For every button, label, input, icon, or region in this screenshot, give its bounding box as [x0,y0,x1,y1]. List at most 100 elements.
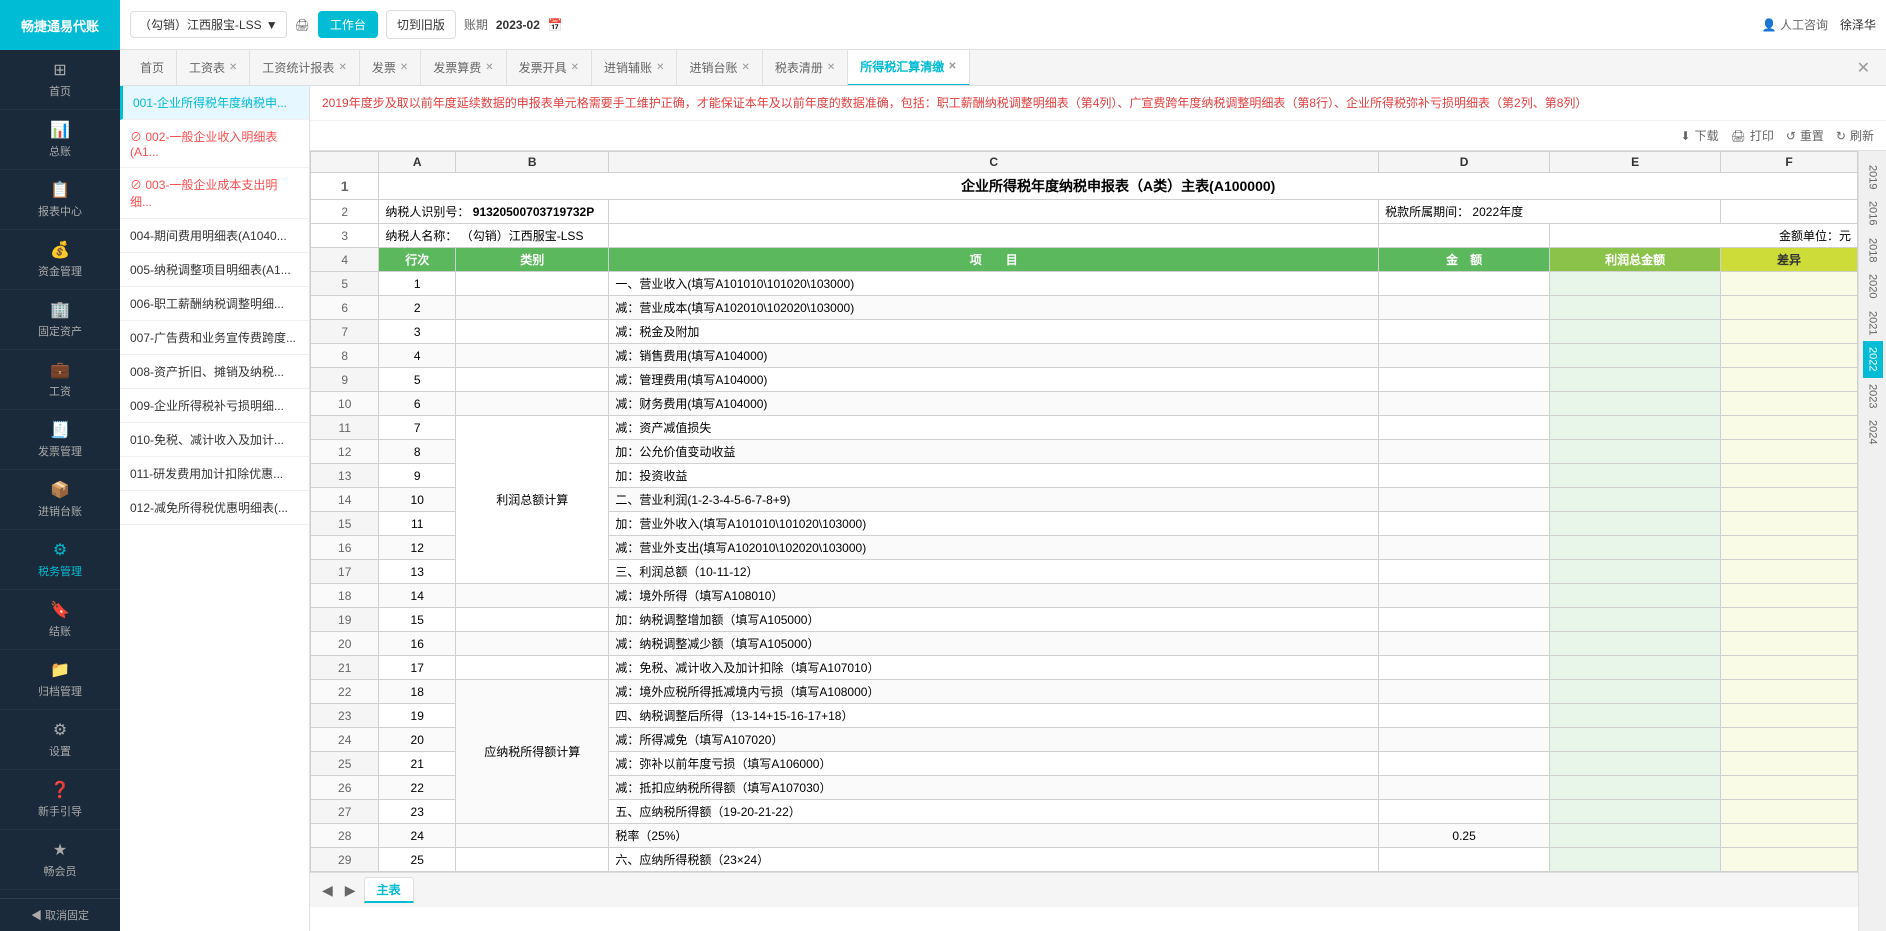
col-b: B [456,152,609,173]
reset-button[interactable]: ↺ 重置 [1786,127,1824,144]
tab-salary[interactable]: 工资表 ✕ [177,50,250,86]
switch-version-button[interactable]: 切到旧版 [386,10,456,39]
tab-close-icon[interactable]: ✕ [229,62,237,73]
tab-home[interactable]: 首页 [128,50,177,86]
year-2023[interactable]: 2023 [1863,378,1883,414]
print-button[interactable]: 🖨 打印 [1731,127,1774,144]
company-selector[interactable]: （勾销）江西服宝-LSS ▼ [130,11,287,38]
year-2021[interactable]: 2021 [1863,305,1883,341]
calendar-icon[interactable]: 📅 [548,18,563,32]
print-icon[interactable]: 🖨 [295,18,310,32]
spreadsheet-container[interactable]: A B C D E F [310,151,1858,931]
year-2018[interactable]: 2018 [1863,232,1883,268]
col-a: A [379,152,456,173]
sidebar-item-finance[interactable]: 💰 资金管理 [0,230,120,290]
tab-label: 首页 [140,59,164,76]
left-panel-item-004[interactable]: 004-期间费用明细表(A1040... [120,219,309,253]
sidebar-item-label: 税务管理 [38,563,82,579]
sidebar-item-ledger[interactable]: 📊 总账 [0,110,120,170]
user-service[interactable]: 👤 人工咨询 [1762,16,1828,33]
tab-close-icon[interactable]: ✕ [400,62,408,73]
left-panel: 001-企业所得税年度纳税申... ⊘ 002-一般企业收入明细表(A1... … [120,86,310,931]
tab-income-tax[interactable]: 所得税汇算清缴 ✕ [848,50,969,86]
sidebar-item-label: 首页 [49,83,71,99]
sidebar-item-salary[interactable]: 💼 工资 [0,350,120,410]
year-2020[interactable]: 2020 [1863,268,1883,304]
left-panel-item-006[interactable]: 006-职工薪酬纳税调整明细... [120,287,309,321]
left-panel-item-010[interactable]: 010-免税、减计收入及加计... [120,423,309,457]
member-icon: ★ [53,840,67,860]
close-all-tabs[interactable]: ✕ [1849,58,1878,78]
left-panel-item-003[interactable]: ⊘ 003-一般企业成本支出明细... [120,168,309,219]
table-row: 21 17 减：免税、减计收入及加计扣除（填写A107010） [311,656,1858,680]
sidebar-item-assets[interactable]: 🏢 固定资产 [0,290,120,350]
main-area: （勾销）江西服宝-LSS ▼ 🖨 工作台 切到旧版 账期 2023-02 📅 👤… [120,0,1886,931]
sidebar-item-invoice[interactable]: 🧾 发票管理 [0,410,120,470]
year-2019[interactable]: 2019 [1863,159,1883,195]
left-panel-item-001[interactable]: 001-企业所得税年度纳税申... [120,86,309,120]
col-e: E [1550,152,1721,173]
archive-icon: 📁 [50,660,70,680]
sidebar-item-close[interactable]: 🔖 结账 [0,590,120,650]
left-panel-item-007[interactable]: 007-广告费和业务宣传费跨度... [120,321,309,355]
workbench-button[interactable]: 工作台 [318,11,378,38]
tab-close-icon[interactable]: ✕ [741,62,749,73]
sidebar-item-home[interactable]: ⊞ 首页 [0,50,120,110]
left-panel-item-012[interactable]: 012-减免所得税优惠明细表(... [120,491,309,525]
home-icon: ⊞ [53,60,66,80]
sheet-nav-right[interactable]: ▶ [341,880,360,901]
sidebar-item-guide[interactable]: ❓ 新手引导 [0,770,120,830]
tab-tax-table[interactable]: 税表清册 ✕ [763,50,848,86]
tab-label: 税表清册 [775,59,823,76]
sheet-nav-left[interactable]: ◀ [318,880,337,901]
period-value: 2023-02 [496,18,540,32]
tab-invoice[interactable]: 发票 ✕ [360,50,421,86]
header-col-profit: 利润总金额 [1550,248,1721,272]
warning-text: 2019年度步及取以前年度延续数据的申报表单元格需要手工维护正确，才能保证本年及… [322,96,1587,110]
tab-label: 工资表 [189,59,225,76]
sidebar-item-settings[interactable]: ⚙ 设置 [0,710,120,770]
left-panel-item-011[interactable]: 011-研发费用加计扣除优惠... [120,457,309,491]
tab-bar: 首页 工资表 ✕ 工资统计报表 ✕ 发票 ✕ 发票算费 ✕ 发票开具 ✕ [120,50,1886,86]
table-row: 7 3 减：税金及附加 [311,320,1858,344]
sidebar-unpin[interactable]: ◀ 取消固定 [0,898,120,931]
sidebar-item-label: 发票管理 [38,443,82,459]
year-2016[interactable]: 2016 [1863,195,1883,231]
tab-invoice-issue[interactable]: 发票开具 ✕ [507,50,592,86]
error-icon: ⊘ [130,178,145,192]
salary-icon: 💼 [50,360,70,380]
sidebar-item-inventory[interactable]: 📦 进销台账 [0,470,120,530]
tab-close-icon[interactable]: ✕ [827,62,835,73]
tab-close-icon[interactable]: ✕ [948,61,956,72]
left-panel-item-005[interactable]: 005-纳税调整项目明细表(A1... [120,253,309,287]
left-panel-item-009[interactable]: 009-企业所得税补亏损明细... [120,389,309,423]
print-icon: 🖨 [1731,129,1746,143]
sidebar-item-report[interactable]: 📋 报表中心 [0,170,120,230]
tab-salary-stats[interactable]: 工资统计报表 ✕ [250,50,359,86]
info-row-taxpayerid: 2 纳税人识别号： 91320500703719732P 税款所属期间： 202… [311,200,1858,224]
sidebar-item-member[interactable]: ★ 畅会员 [0,830,120,890]
tab-close-icon[interactable]: ✕ [485,62,493,73]
sidebar: 畅捷通易代账 ⊞ 首页 📊 总账 📋 报表中心 💰 资金管理 🏢 固定资产 💼 … [0,0,120,931]
sidebar-item-label: 资金管理 [38,263,82,279]
download-button[interactable]: ⬇ 下载 [1681,127,1719,144]
year-2024[interactable]: 2024 [1863,414,1883,450]
inventory-icon: 📦 [50,480,70,500]
app-container: 畅捷通易代账 ⊞ 首页 📊 总账 📋 报表中心 💰 资金管理 🏢 固定资产 💼 … [0,0,1886,931]
left-panel-item-002[interactable]: ⊘ 002-一般企业收入明细表(A1... [120,120,309,168]
table-row: 11 7 利润总额计算 减：资产减值损失 [311,416,1858,440]
tab-close-icon[interactable]: ✕ [656,62,664,73]
tab-close-icon[interactable]: ✕ [338,62,346,73]
tab-close-icon[interactable]: ✕ [571,62,579,73]
year-2022[interactable]: 2022 [1863,341,1883,377]
left-panel-item-008[interactable]: 008-资产折旧、摊销及纳税... [120,355,309,389]
tab-purchase-sub[interactable]: 进销辅账 ✕ [592,50,677,86]
tab-purchase-ledger[interactable]: 进销台账 ✕ [677,50,762,86]
refresh-button[interactable]: ↻ 刷新 [1836,127,1874,144]
app-logo: 畅捷通易代账 [0,0,120,50]
sheet-tab-main[interactable]: 主表 [364,877,414,903]
refresh-icon: ↻ [1836,129,1846,143]
sidebar-item-archive[interactable]: 📁 归档管理 [0,650,120,710]
sidebar-item-tax[interactable]: ⚙ 税务管理 [0,530,120,590]
tab-invoice-calc[interactable]: 发票算费 ✕ [421,50,506,86]
